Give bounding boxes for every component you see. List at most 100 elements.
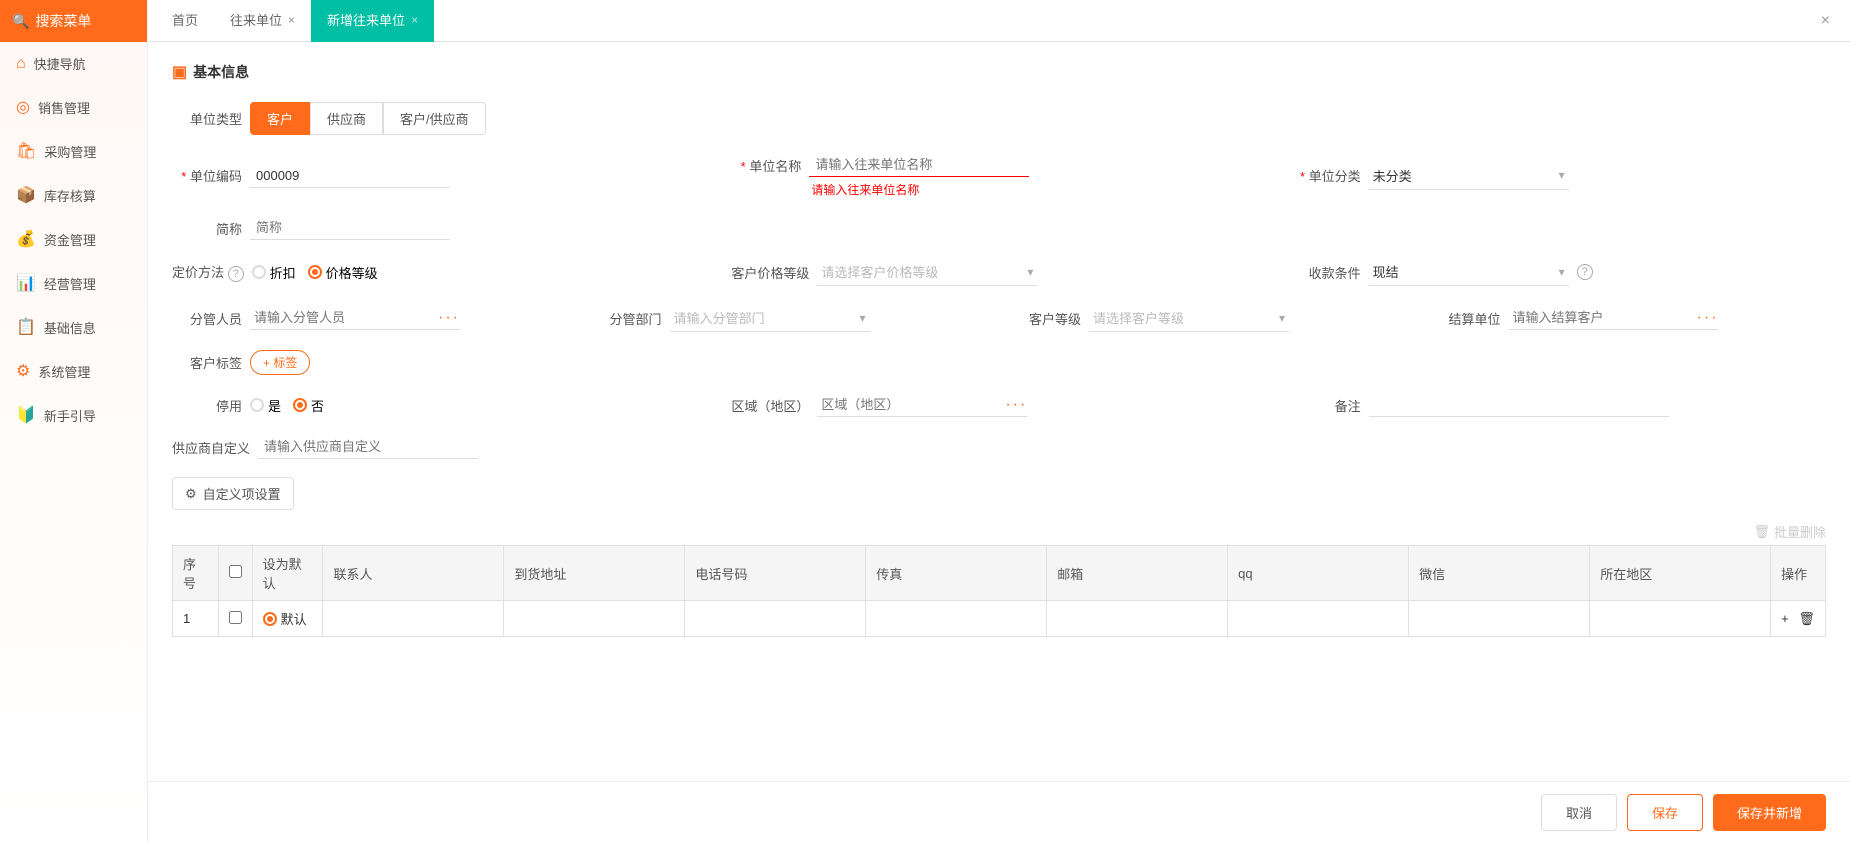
- manager-input[interactable]: [250, 306, 434, 329]
- sales-icon: ◎: [16, 97, 30, 117]
- home-icon: ⌂: [16, 55, 26, 73]
- row-email: [1047, 601, 1228, 637]
- settlement-input[interactable]: [1509, 306, 1693, 329]
- tab-partners-close[interactable]: ×: [288, 13, 295, 27]
- tab-partners[interactable]: 往来单位 ×: [214, 0, 311, 42]
- customer-level-select[interactable]: 请选择客户等级 ▾: [1089, 304, 1289, 332]
- tab-home[interactable]: 首页: [156, 0, 214, 42]
- region-table-input[interactable]: [1600, 611, 1760, 626]
- sidebar-item-quick-nav[interactable]: ⌂ 快捷导航: [0, 42, 147, 85]
- sidebar-item-purchase[interactable]: 🛍 采购管理: [0, 129, 147, 173]
- row-default: 默认: [252, 601, 323, 637]
- type-btn-customer[interactable]: 客户: [250, 102, 310, 135]
- contacts-table: 序号 设为默认 联系人 到货地址 电话号码 传真 邮箱 qq 微信 所在地区 操…: [172, 545, 1826, 637]
- row-phone: [685, 601, 866, 637]
- sidebar-item-sales[interactable]: ◎ 销售管理: [0, 85, 147, 129]
- tab-new-partner[interactable]: 新增往来单位 ×: [311, 0, 434, 42]
- sidebar-item-system[interactable]: ⚙ 系统管理: [0, 349, 147, 393]
- tab-home-label: 首页: [172, 10, 198, 29]
- manager-row: 分管人员 ··· 分管部门 请输入分管部门 ▾ 客户等级 请选择客户等级 ▾: [172, 304, 1826, 332]
- row-checkbox[interactable]: [229, 611, 242, 624]
- qq-input[interactable]: [1238, 611, 1398, 626]
- disabled-group: 停用 是 否: [172, 396, 707, 415]
- select-all-checkbox[interactable]: [229, 565, 242, 578]
- pricing-level-option[interactable]: 价格等级: [308, 263, 378, 282]
- operation-icon: 📊: [16, 273, 36, 293]
- region-input[interactable]: [817, 393, 1001, 416]
- sidebar: 🔍 搜索菜单 ⌂ 快捷导航 ◎ 销售管理 🛍 采购管理 📦 库存核算 💰 资金管…: [0, 0, 148, 843]
- short-name-input[interactable]: [250, 216, 450, 240]
- pricing-discount-option[interactable]: 折扣: [252, 263, 296, 282]
- unit-type-row: 单位类型 客户 供应商 客户/供应商: [172, 102, 1826, 135]
- delete-row-btn[interactable]: 🗑: [1798, 611, 1815, 626]
- col-contact: 联系人: [323, 546, 504, 601]
- fax-input[interactable]: [876, 611, 1036, 626]
- payment-condition-select[interactable]: 现结 ▾: [1369, 258, 1569, 286]
- wechat-input[interactable]: [1419, 611, 1579, 626]
- pricing-discount-label: 折扣: [270, 263, 296, 282]
- settings-icon: ⚙: [185, 486, 197, 502]
- manager-more-btn[interactable]: ···: [438, 309, 460, 327]
- disabled-no-option[interactable]: 否: [293, 396, 324, 415]
- tab-partners-label: 往来单位: [230, 10, 282, 29]
- address-input[interactable]: [514, 611, 674, 626]
- type-btn-both[interactable]: 客户/供应商: [383, 102, 486, 135]
- col-no: 序号: [173, 546, 219, 601]
- customer-level-placeholder: 请选择客户等级: [1093, 308, 1275, 327]
- add-row-btn[interactable]: +: [1781, 611, 1789, 626]
- custom-settings-button[interactable]: ⚙ 自定义项设置: [172, 477, 294, 510]
- sidebar-item-label: 基础信息: [44, 318, 96, 337]
- type-btn-supplier[interactable]: 供应商: [310, 102, 383, 135]
- supplier-custom-label: 供应商自定义: [172, 438, 250, 457]
- supplier-custom-input[interactable]: [258, 435, 478, 459]
- region-group: 区域（地区） ···: [731, 393, 1266, 417]
- sidebar-item-inventory[interactable]: 📦 库存核算: [0, 173, 147, 217]
- customer-price-level-placeholder: 请选择客户价格等级: [821, 262, 1023, 281]
- col-address: 到货地址: [504, 546, 685, 601]
- unit-name-input[interactable]: [809, 153, 1029, 177]
- footer-bar: 取消 保存 保存并新增: [148, 781, 1850, 843]
- sidebar-item-guide[interactable]: 🔰 新手引导: [0, 393, 147, 437]
- tab-new-partner-label: 新增往来单位: [327, 10, 405, 29]
- col-region: 所在地区: [1590, 546, 1771, 601]
- pricing-radio-group: 折扣 价格等级: [252, 263, 378, 282]
- save-new-button[interactable]: 保存并新增: [1713, 794, 1826, 831]
- payment-help-icon[interactable]: ?: [1577, 264, 1593, 280]
- pricing-help-icon[interactable]: ?: [228, 266, 244, 282]
- unit-category-select[interactable]: 未分类 ▾: [1369, 162, 1569, 190]
- contact-input[interactable]: [333, 611, 493, 626]
- save-button[interactable]: 保存: [1627, 794, 1703, 831]
- finance-icon: 💰: [16, 229, 36, 249]
- customer-price-level-select[interactable]: 请选择客户价格等级 ▾: [817, 258, 1037, 286]
- settlement-more-btn[interactable]: ···: [1697, 309, 1719, 327]
- sidebar-item-finance[interactable]: 💰 资金管理: [0, 217, 147, 261]
- row-default-label: 默认: [281, 609, 307, 628]
- row-address: [504, 601, 685, 637]
- tab-new-partner-close[interactable]: ×: [411, 13, 418, 27]
- row-default-radio-item[interactable]: 默认: [263, 609, 313, 628]
- sidebar-item-basic[interactable]: 📋 基础信息: [0, 305, 147, 349]
- unit-category-group: * 单位分类 未分类 ▾: [1291, 162, 1826, 190]
- cancel-button[interactable]: 取消: [1541, 794, 1617, 831]
- payment-condition-group: 收款条件 现结 ▾ ?: [1291, 258, 1826, 286]
- add-tag-button[interactable]: + 标签: [250, 350, 310, 375]
- region-more-btn[interactable]: ···: [1005, 396, 1027, 414]
- sidebar-item-label: 经营管理: [44, 274, 96, 293]
- col-phone: 电话号码: [685, 546, 866, 601]
- sidebar-search[interactable]: 🔍 搜索菜单: [0, 0, 147, 42]
- pricing-row: 定价方法 ? 折扣 价格等级 客户价格等级 请选择客户价: [172, 258, 1826, 286]
- disabled-yes-option[interactable]: 是: [250, 396, 281, 415]
- col-qq: qq: [1228, 546, 1409, 601]
- col-fax: 传真: [866, 546, 1047, 601]
- inventory-icon: 📦: [16, 185, 36, 205]
- basic-icon: 📋: [16, 317, 36, 337]
- department-select[interactable]: 请输入分管部门 ▾: [670, 304, 870, 332]
- tags-group: 客户标签 + 标签: [172, 350, 1826, 375]
- manager-group: 分管人员 ···: [172, 306, 568, 330]
- sidebar-item-operation[interactable]: 📊 经营管理: [0, 261, 147, 305]
- window-close-button[interactable]: ×: [1809, 12, 1842, 30]
- unit-code-input[interactable]: [250, 164, 450, 188]
- note-input[interactable]: [1369, 393, 1669, 417]
- email-input[interactable]: [1057, 611, 1217, 626]
- phone-input[interactable]: [695, 611, 855, 626]
